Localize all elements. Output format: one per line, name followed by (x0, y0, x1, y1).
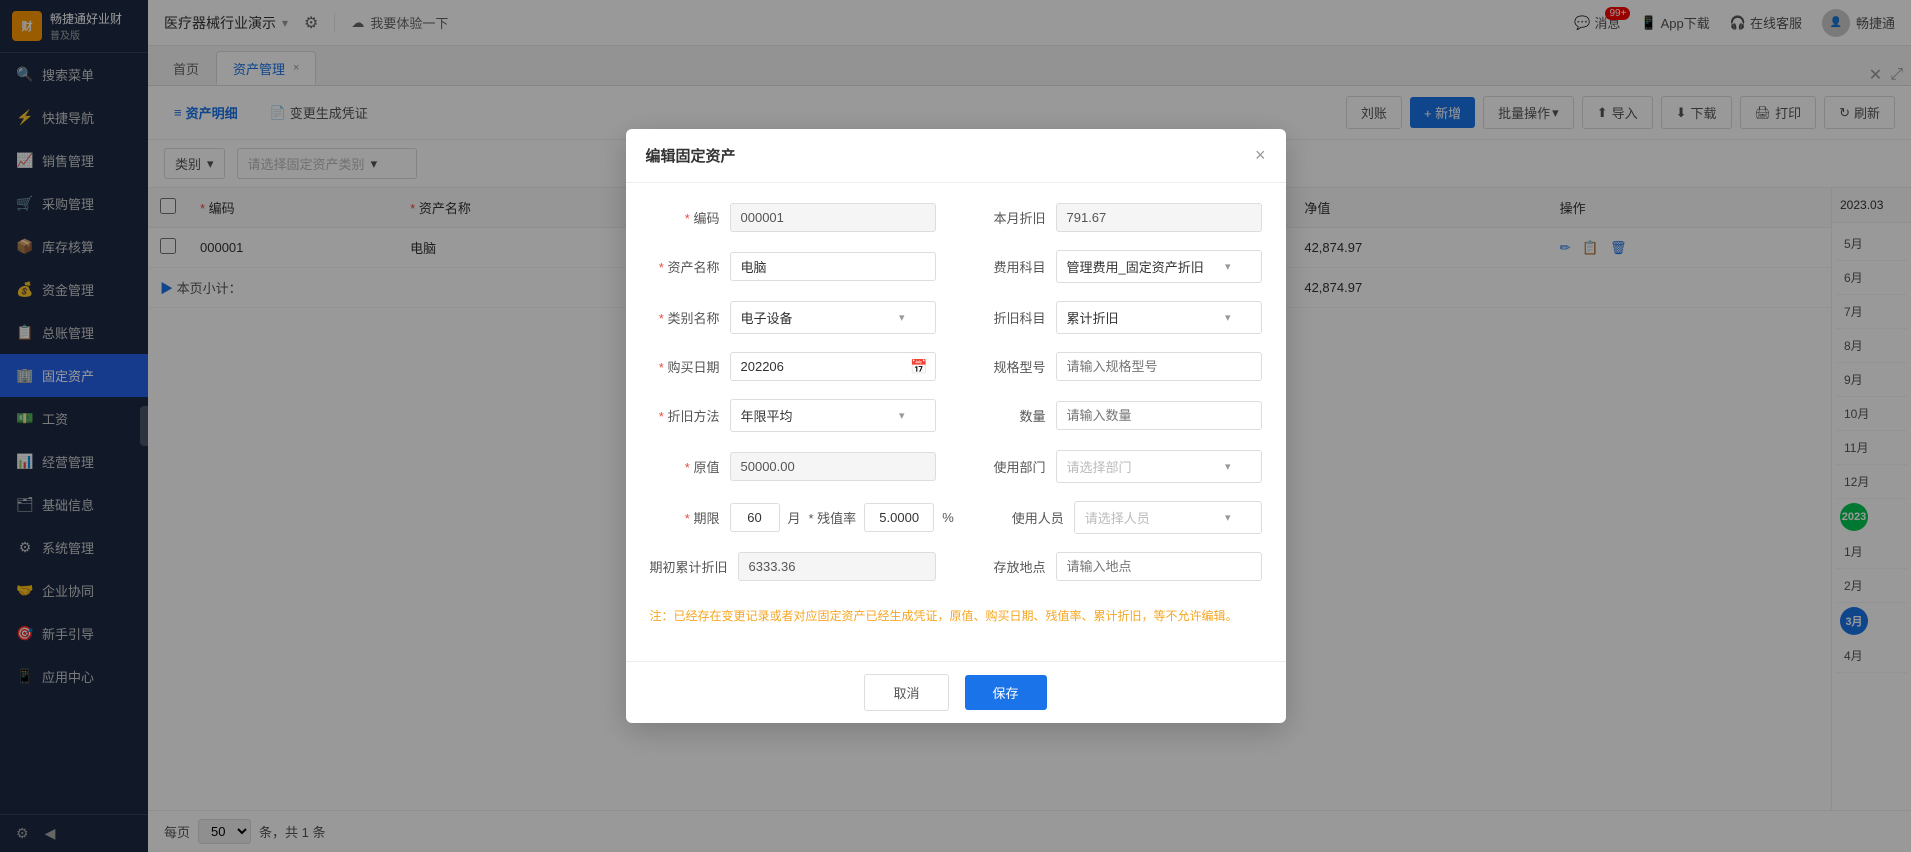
calendar-icon[interactable]: 📅 (910, 358, 927, 375)
monthly-dep-input[interactable] (1056, 203, 1262, 232)
save-button[interactable]: 保存 (965, 675, 1047, 710)
field-period: * 期限 月 * 残值率 % (650, 501, 954, 534)
dialog-note: 注：已经存在变更记录或者对应固定资产已经生成凭证，原值、购买日期、残值率、累计折… (650, 599, 1262, 641)
dep-account-label: 折旧科目 (976, 308, 1046, 327)
quantity-input[interactable] (1056, 401, 1262, 430)
field-initial-acc-dep: 期初累计折旧 (650, 552, 936, 581)
location-input[interactable] (1056, 552, 1262, 581)
dep-method-chevron-icon: ▾ (899, 409, 905, 422)
purchase-date-label: * 购买日期 (650, 357, 720, 376)
residual-rate-input[interactable] (864, 503, 934, 532)
dialog-row-5: * 折旧方法 年限平均 ▾ 数量 (650, 399, 1262, 432)
monthly-dep-label: 本月折旧 (976, 208, 1046, 227)
field-monthly-dep: 本月折旧 (976, 203, 1262, 232)
purchase-date-input[interactable] (730, 352, 936, 381)
edit-asset-dialog: 编辑固定资产 × * 编码 本月折旧 (626, 129, 1286, 723)
field-user: 使用人员 请选择人员 ▾ (994, 501, 1262, 534)
asset-name-label: * 资产名称 (650, 257, 720, 276)
period-label: * 期限 (650, 508, 720, 527)
dialog-row-7: * 期限 月 * 残值率 % 使用人员 (650, 501, 1262, 534)
residual-rate-label: * 残值率 (809, 508, 857, 527)
location-label: 存放地点 (976, 557, 1046, 576)
dept-chevron-icon: ▾ (1225, 460, 1231, 473)
dep-account-value: 累计折旧 (1067, 308, 1119, 327)
user-label: 使用人员 (994, 508, 1064, 527)
cancel-label: 取消 (893, 686, 919, 701)
field-asset-name: * 资产名称 (650, 250, 936, 283)
initial-acc-dep-input[interactable] (738, 552, 936, 581)
field-purchase-date: * 购买日期 📅 (650, 352, 936, 381)
dialog-header: 编辑固定资产 × (626, 129, 1286, 183)
field-original-value: * 原值 (650, 450, 936, 483)
asset-name-input[interactable] (730, 252, 936, 281)
field-expense-account: 费用科目 管理费用_固定资产折旧 ▾ (976, 250, 1262, 283)
dialog-row-3: * 类别名称 电子设备 ▾ 折旧科目 累计折旧 ▾ (650, 301, 1262, 334)
save-label: 保存 (993, 686, 1019, 701)
expense-account-value: 管理费用_固定资产折旧 (1067, 257, 1204, 276)
code-input[interactable] (730, 203, 936, 232)
dialog-row-1: * 编码 本月折旧 (650, 203, 1262, 232)
spec-label: 规格型号 (976, 357, 1046, 376)
dep-method-value: 年限平均 (741, 406, 793, 425)
period-row: 月 * 残值率 % (730, 503, 954, 532)
initial-acc-dep-label: 期初累计折旧 (650, 557, 728, 576)
original-value-input[interactable] (730, 452, 936, 481)
expense-account-label: 费用科目 (976, 257, 1046, 276)
original-value-label: * 原值 (650, 457, 720, 476)
field-dep-method: * 折旧方法 年限平均 ▾ (650, 399, 936, 432)
field-quantity: 数量 (976, 399, 1262, 432)
dialog-footer: 取消 保存 (626, 661, 1286, 723)
quantity-label: 数量 (976, 406, 1046, 425)
dialog-row-8: 期初累计折旧 存放地点 (650, 552, 1262, 581)
dialog-row-2: * 资产名称 费用科目 管理费用_固定资产折旧 ▾ (650, 250, 1262, 283)
dialog-body: * 编码 本月折旧 * 资产名称 (626, 183, 1286, 661)
residual-rate-unit: % (942, 510, 954, 525)
field-dept: 使用部门 请选择部门 ▾ (976, 450, 1262, 483)
dept-select[interactable]: 请选择部门 ▾ (1056, 450, 1262, 483)
dep-method-label: * 折旧方法 (650, 406, 720, 425)
dep-account-chevron-icon: ▾ (1225, 311, 1231, 324)
dept-label: 使用部门 (976, 457, 1046, 476)
user-placeholder: 请选择人员 (1085, 508, 1150, 527)
spec-input[interactable] (1056, 352, 1262, 381)
field-dep-account: 折旧科目 累计折旧 ▾ (976, 301, 1262, 334)
expense-account-chevron-icon: ▾ (1225, 260, 1231, 273)
purchase-date-field: 📅 (730, 352, 936, 381)
field-spec: 规格型号 (976, 352, 1262, 381)
code-label: * 编码 (650, 208, 720, 227)
dept-placeholder: 请选择部门 (1067, 457, 1132, 476)
expense-account-select[interactable]: 管理费用_固定资产折旧 ▾ (1056, 250, 1262, 283)
cancel-button[interactable]: 取消 (864, 674, 948, 711)
dialog-close-icon[interactable]: × (1255, 145, 1266, 166)
dep-method-select[interactable]: 年限平均 ▾ (730, 399, 936, 432)
field-code: * 编码 (650, 203, 936, 232)
dialog-overlay: 编辑固定资产 × * 编码 本月折旧 (0, 0, 1911, 852)
period-input[interactable] (730, 503, 780, 532)
category-chevron-icon: ▾ (899, 311, 905, 324)
category-value: 电子设备 (741, 308, 793, 327)
dialog-row-6: * 原值 使用部门 请选择部门 ▾ (650, 450, 1262, 483)
category-select[interactable]: 电子设备 ▾ (730, 301, 936, 334)
dialog-row-4: * 购买日期 📅 规格型号 (650, 352, 1262, 381)
dialog-title: 编辑固定资产 (646, 145, 736, 166)
dep-account-select[interactable]: 累计折旧 ▾ (1056, 301, 1262, 334)
field-category: * 类别名称 电子设备 ▾ (650, 301, 936, 334)
user-chevron-icon: ▾ (1225, 511, 1231, 524)
field-location: 存放地点 (976, 552, 1262, 581)
period-unit: 月 (788, 508, 801, 527)
user-select[interactable]: 请选择人员 ▾ (1074, 501, 1262, 534)
category-label: * 类别名称 (650, 308, 720, 327)
